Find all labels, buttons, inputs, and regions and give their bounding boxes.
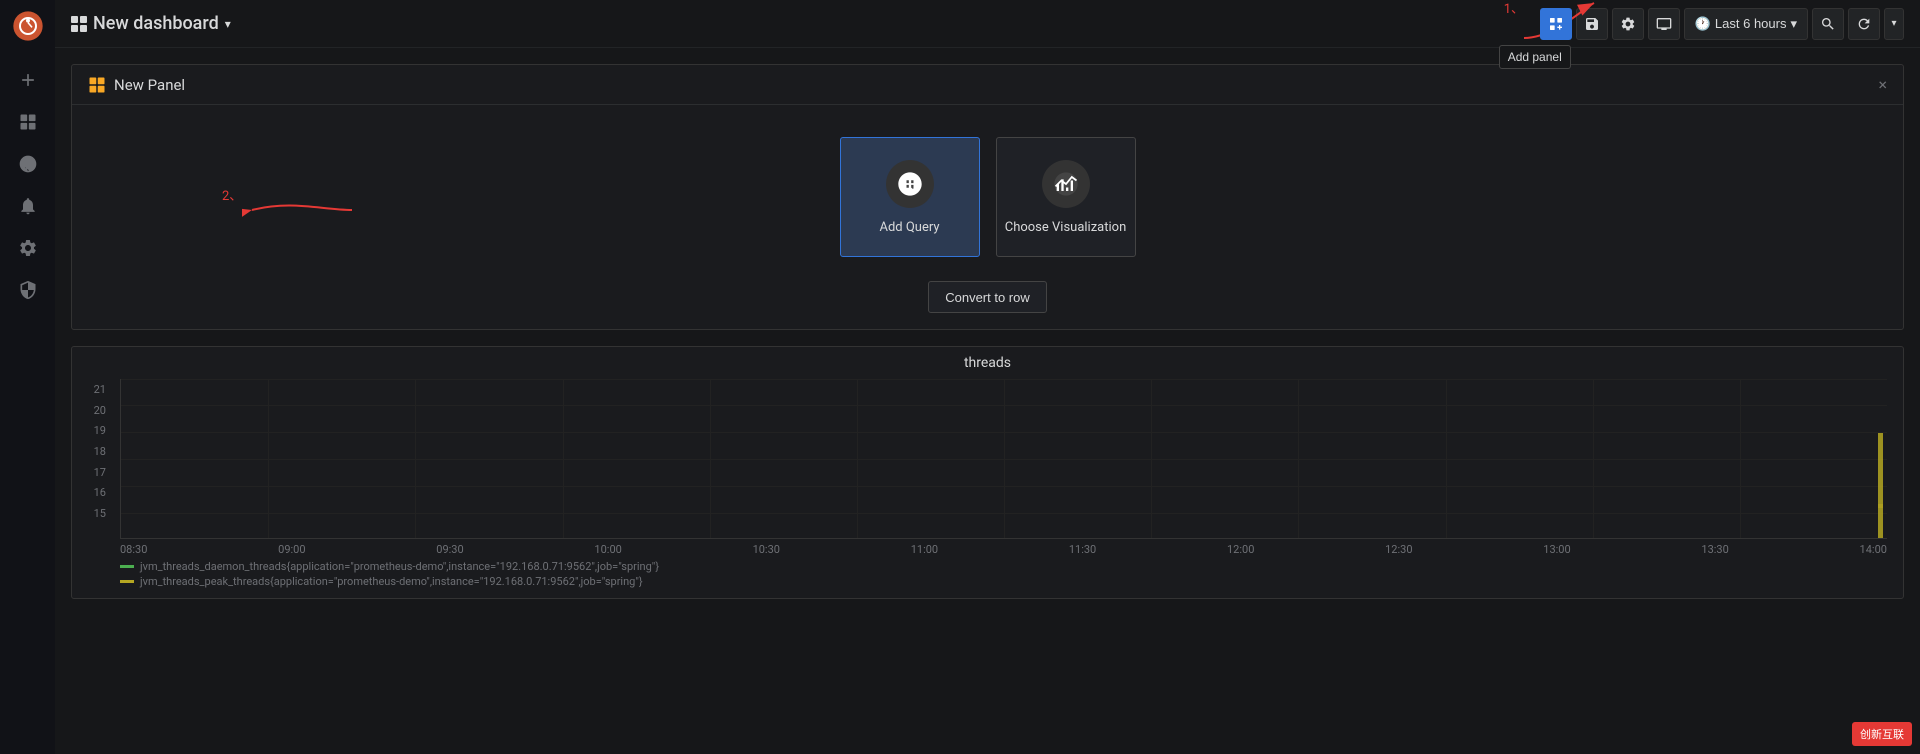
- sidebar-item-configuration[interactable]: [0, 228, 55, 268]
- chart-spike-high: [1878, 433, 1883, 538]
- add-panel-tooltip: Add panel: [1499, 45, 1571, 69]
- refresh-button[interactable]: [1848, 8, 1880, 40]
- legend-label-daemon: jvm_threads_daemon_threads{application="…: [140, 560, 659, 573]
- v-grid-line-11: [1740, 379, 1741, 538]
- search-button[interactable]: [1812, 8, 1844, 40]
- choose-visualization-label: Choose Visualization: [1005, 220, 1127, 235]
- convert-to-row-button[interactable]: Convert to row: [928, 281, 1047, 313]
- x-label-1400: 14:00: [1860, 543, 1887, 556]
- chart-spike-low: [1878, 504, 1883, 508]
- v-grid-line-6: [1004, 379, 1005, 538]
- y-label-15: 15: [72, 507, 114, 520]
- y-label-21: 21: [72, 383, 114, 396]
- annotation-2: 2、: [222, 185, 242, 204]
- v-grid-line-4: [710, 379, 711, 538]
- header-left: New dashboard ▾: [71, 13, 231, 34]
- sidebar-item-add[interactable]: [0, 60, 55, 100]
- header: New dashboard ▾ 1、 Add panel: [55, 0, 1920, 48]
- x-label-1030: 10:30: [753, 543, 780, 556]
- grafana-logo[interactable]: [10, 8, 46, 44]
- dashboard-grid-icon: [71, 16, 87, 32]
- x-label-1100: 11:00: [911, 543, 938, 556]
- x-label-0930: 09:30: [436, 543, 463, 556]
- settings-button[interactable]: [1612, 8, 1644, 40]
- chart-main: 08:30 09:00 09:30 10:00 10:30 11:00 11:3…: [120, 379, 1903, 556]
- add-query-option[interactable]: Add Query: [840, 137, 980, 257]
- dashboard-area: New Panel × 2、: [55, 48, 1920, 754]
- legend-color-daemon: [120, 565, 134, 568]
- x-axis: 08:30 09:00 09:30 10:00 10:30 11:00 11:3…: [120, 543, 1887, 556]
- v-grid-line-5: [857, 379, 858, 538]
- choose-visualization-icon: [1042, 160, 1090, 208]
- tv-mode-button[interactable]: [1648, 8, 1680, 40]
- sidebar-item-explore[interactable]: [0, 144, 55, 184]
- time-range-button[interactable]: 🕐 Last 6 hours ▾: [1684, 8, 1808, 40]
- watermark: 创新互联: [1852, 722, 1912, 746]
- chart-grid: [120, 379, 1887, 539]
- y-label-19: 19: [72, 424, 114, 437]
- add-panel-button[interactable]: Add panel: [1540, 8, 1572, 40]
- chart-legend: jvm_threads_daemon_threads{application="…: [72, 556, 1903, 598]
- y-label-17: 17: [72, 466, 114, 479]
- clock-icon: 🕐: [1695, 16, 1711, 32]
- panel-header: New Panel ×: [72, 65, 1903, 105]
- y-axis: 21 20 19 18 17 16 15: [72, 379, 120, 556]
- v-grid-line-2: [415, 379, 416, 538]
- v-grid-line-8: [1298, 379, 1299, 538]
- y-label-18: 18: [72, 445, 114, 458]
- header-right: 1、 Add panel: [1540, 8, 1904, 40]
- save-button[interactable]: [1576, 8, 1608, 40]
- x-label-1300: 13:00: [1543, 543, 1570, 556]
- dashboard-title: New dashboard: [93, 13, 219, 34]
- x-label-1230: 12:30: [1385, 543, 1412, 556]
- v-grid-line-1: [268, 379, 269, 538]
- chart-title: threads: [72, 347, 1903, 375]
- panel-title: New Panel: [114, 76, 185, 94]
- chart-wrapper: 21 20 19 18 17 16 15: [72, 375, 1903, 556]
- main-content: New dashboard ▾ 1、 Add panel: [55, 0, 1920, 754]
- legend-item-peak: jvm_threads_peak_threads{application="pr…: [120, 575, 1887, 588]
- x-label-1330: 13:30: [1701, 543, 1728, 556]
- refresh-dropdown-button[interactable]: ▾: [1884, 8, 1904, 40]
- panel-body: 2、: [72, 105, 1903, 329]
- sidebar-item-alerting[interactable]: [0, 186, 55, 226]
- v-grid-line-9: [1446, 379, 1447, 538]
- new-panel-modal: New Panel × 2、: [71, 64, 1904, 330]
- add-query-icon: [886, 160, 934, 208]
- legend-label-peak: jvm_threads_peak_threads{application="pr…: [140, 575, 643, 588]
- x-label-0900: 09:00: [278, 543, 305, 556]
- sidebar: [0, 0, 55, 754]
- panel-header-left: New Panel: [88, 76, 185, 94]
- y-label-20: 20: [72, 404, 114, 417]
- x-label-1000: 10:00: [594, 543, 621, 556]
- panel-options: Add Query Choose Visualization: [840, 137, 1136, 257]
- x-label-0830: 08:30: [120, 543, 147, 556]
- add-query-label: Add Query: [879, 220, 939, 235]
- time-range-dropdown-icon: ▾: [1790, 16, 1797, 32]
- v-grid-line-3: [563, 379, 564, 538]
- v-grid-line-10: [1593, 379, 1594, 538]
- dashboard-title-area: New dashboard ▾: [71, 13, 231, 34]
- annotation-1: 1、: [1504, 0, 1524, 17]
- legend-item-daemon: jvm_threads_daemon_threads{application="…: [120, 560, 1887, 573]
- legend-color-peak: [120, 580, 134, 583]
- v-grid-line-7: [1151, 379, 1152, 538]
- y-label-16: 16: [72, 486, 114, 499]
- dashboard-dropdown-icon[interactable]: ▾: [225, 17, 231, 31]
- x-label-1130: 11:30: [1069, 543, 1096, 556]
- sidebar-item-dashboards[interactable]: [0, 102, 55, 142]
- panel-close-button[interactable]: ×: [1878, 75, 1887, 94]
- x-label-1200: 12:00: [1227, 543, 1254, 556]
- sidebar-item-shield[interactable]: [0, 270, 55, 310]
- choose-visualization-option[interactable]: Choose Visualization: [996, 137, 1136, 257]
- chart-panel: threads 21 20 19 18 17 16 15: [71, 346, 1904, 599]
